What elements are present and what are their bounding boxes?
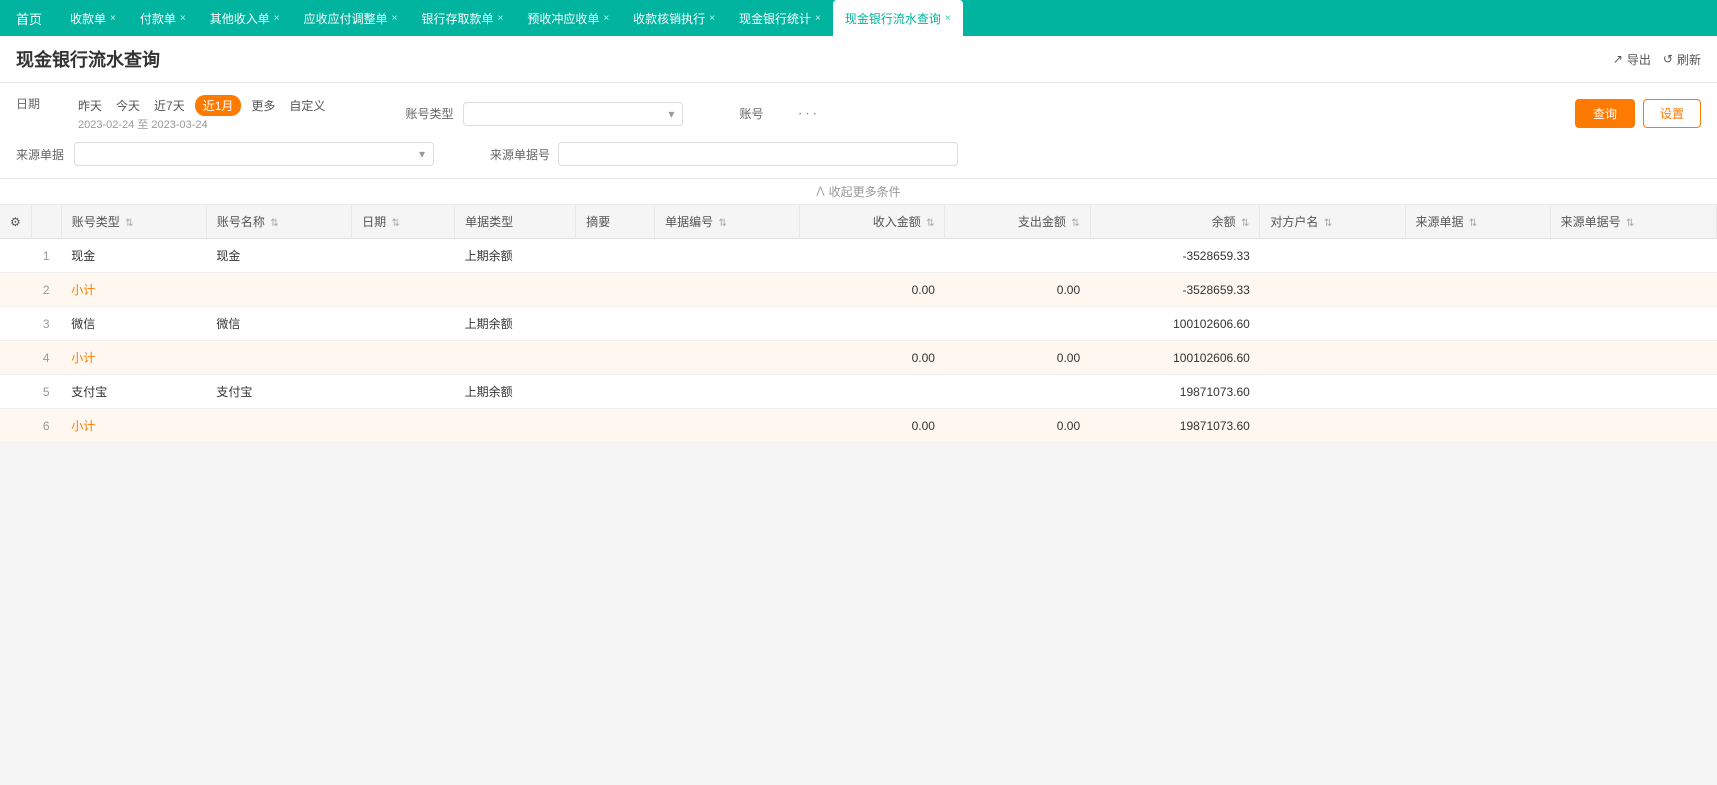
nav-tab-yinhangcq[interactable]: 银行存取款单 × bbox=[409, 0, 515, 36]
nav-tab-shoukuanhx[interactable]: 收款核销执行 × bbox=[621, 0, 727, 36]
date-range-display: 2023-02-24 至 2023-03-24 bbox=[78, 116, 329, 132]
date-opt-7days[interactable]: 近7天 bbox=[150, 95, 189, 116]
close-tab-icon[interactable]: × bbox=[110, 13, 116, 24]
table-row: 5支付宝支付宝上期余额19871073.60 bbox=[0, 375, 1717, 409]
filter-row-source: 来源单据 ▾ 来源单据号 bbox=[16, 142, 1701, 166]
date-options: 昨天 今天 近7天 近1月 更多 自定义 bbox=[74, 95, 329, 116]
account-label: 账号 bbox=[739, 105, 789, 122]
th-income[interactable]: 收入金额 ⇅ bbox=[800, 205, 945, 239]
export-icon: ↗ bbox=[1613, 52, 1623, 66]
date-opt-today[interactable]: 今天 bbox=[112, 95, 144, 116]
source-doc-num-label: 来源单据号 bbox=[490, 146, 550, 163]
date-opt-1month[interactable]: 近1月 bbox=[195, 95, 242, 116]
table-body: 1现金现金上期余额-3528659.332小计0.000.00-3528659.… bbox=[0, 239, 1717, 443]
nav-tab-yingshouyf[interactable]: 应收应付调整单 × bbox=[292, 0, 410, 36]
th-expense[interactable]: 支出金额 ⇅ bbox=[945, 205, 1090, 239]
nav-tab-xianjinyhtj[interactable]: 现金银行统计 × bbox=[727, 0, 833, 36]
th-doc-type: 单据类型 bbox=[455, 205, 576, 239]
source-doc-label: 来源单据 bbox=[16, 146, 66, 163]
date-opt-custom[interactable]: 自定义 bbox=[285, 95, 329, 116]
close-tab-icon[interactable]: × bbox=[603, 13, 609, 24]
close-tab-active-icon[interactable]: × bbox=[945, 13, 951, 24]
query-button[interactable]: 查询 bbox=[1575, 99, 1635, 128]
th-doc-number[interactable]: 单据编号 ⇅ bbox=[655, 205, 800, 239]
close-tab-icon[interactable]: × bbox=[497, 13, 503, 24]
date-filter-label: 日期 bbox=[16, 95, 66, 112]
collapse-bar[interactable]: ⋀ 收起更多条件 bbox=[0, 179, 1717, 205]
source-doc-select[interactable]: ▾ bbox=[74, 142, 434, 166]
table-row: 3微信微信上期余额100102606.60 bbox=[0, 307, 1717, 341]
date-opt-yesterday[interactable]: 昨天 bbox=[74, 95, 106, 116]
setting-button[interactable]: 设置 bbox=[1643, 99, 1701, 128]
page-header: 现金银行流水查询 ↗ 导出 ↺ 刷新 bbox=[0, 36, 1717, 83]
filter-bar: 日期 昨天 今天 近7天 近1月 更多 自定义 2023-02-24 至 202… bbox=[0, 83, 1717, 179]
page-title: 现金银行流水查询 bbox=[16, 46, 160, 72]
table-header-row: ⚙ 账号类型 ⇅ 账号名称 ⇅ 日期 ⇅ 单据类型 bbox=[0, 205, 1717, 239]
table-row: 6小计0.000.0019871073.60 bbox=[0, 409, 1717, 443]
refresh-button[interactable]: ↺ 刷新 bbox=[1663, 51, 1701, 68]
sort-icon: ⇅ bbox=[270, 218, 278, 229]
header-actions: ↗ 导出 ↺ 刷新 bbox=[1613, 51, 1701, 68]
nav-tab-xianjinls[interactable]: 现金银行流水查询 × bbox=[833, 0, 963, 36]
refresh-icon: ↺ bbox=[1663, 52, 1673, 66]
nav-tab-shoukuan[interactable]: 收款单 × bbox=[58, 0, 128, 36]
sort-icon: ⇅ bbox=[1626, 218, 1634, 229]
sort-icon: ⇅ bbox=[391, 218, 399, 229]
close-tab-icon[interactable]: × bbox=[274, 13, 280, 24]
more-options-icon[interactable]: ··· bbox=[797, 105, 819, 123]
th-date[interactable]: 日期 ⇅ bbox=[352, 205, 455, 239]
th-rownum bbox=[31, 205, 61, 239]
nav-tab-fukuan[interactable]: 付款单 × bbox=[128, 0, 198, 36]
source-doc-num-input[interactable] bbox=[558, 142, 958, 166]
th-summary: 摘要 bbox=[576, 205, 655, 239]
sort-icon: ⇅ bbox=[1469, 218, 1477, 229]
filter-row-date: 日期 昨天 今天 近7天 近1月 更多 自定义 2023-02-24 至 202… bbox=[16, 95, 1701, 132]
th-source-doc-num[interactable]: 来源单据号 ⇅ bbox=[1550, 205, 1716, 239]
sort-icon: ⇅ bbox=[1241, 218, 1249, 229]
collapse-label: 收起更多条件 bbox=[829, 183, 901, 200]
table-row: 2小计0.000.00-3528659.33 bbox=[0, 273, 1717, 307]
sort-icon: ⇅ bbox=[1324, 218, 1332, 229]
table-row: 1现金现金上期余额-3528659.33 bbox=[0, 239, 1717, 273]
table-row: 4小计0.000.00100102606.60 bbox=[0, 341, 1717, 375]
sort-icon: ⇅ bbox=[926, 218, 934, 229]
th-balance[interactable]: 余额 ⇅ bbox=[1090, 205, 1260, 239]
table-container: ⚙ 账号类型 ⇅ 账号名称 ⇅ 日期 ⇅ 单据类型 bbox=[0, 205, 1717, 443]
th-settings[interactable]: ⚙ bbox=[0, 205, 31, 239]
close-tab-icon[interactable]: × bbox=[180, 13, 186, 24]
sort-icon: ⇅ bbox=[719, 218, 727, 229]
sort-icon: ⇅ bbox=[125, 218, 133, 229]
export-button[interactable]: ↗ 导出 bbox=[1613, 51, 1651, 68]
nav-tab-qitasr[interactable]: 其他收入单 × bbox=[198, 0, 292, 36]
close-tab-icon[interactable]: × bbox=[709, 13, 715, 24]
th-counterpart[interactable]: 对方户名 ⇅ bbox=[1260, 205, 1405, 239]
th-account-name[interactable]: 账号名称 ⇅ bbox=[206, 205, 351, 239]
close-tab-icon[interactable]: × bbox=[815, 13, 821, 24]
nav-home[interactable]: 首页 bbox=[0, 0, 58, 36]
source-doc-chevron-icon: ▾ bbox=[419, 147, 425, 161]
gear-icon: ⚙ bbox=[10, 215, 21, 229]
data-table: ⚙ 账号类型 ⇅ 账号名称 ⇅ 日期 ⇅ 单据类型 bbox=[0, 205, 1717, 443]
sort-icon: ⇅ bbox=[1071, 218, 1079, 229]
nav-tab-yushoucs[interactable]: 预收冲应收单 × bbox=[515, 0, 621, 36]
close-tab-icon[interactable]: × bbox=[392, 13, 398, 24]
top-nav: 首页 收款单 × 付款单 × 其他收入单 × 应收应付调整单 × 银行存取款单 … bbox=[0, 0, 1717, 36]
account-type-label: 账号类型 bbox=[405, 105, 455, 122]
account-type-select[interactable]: ▾ bbox=[463, 102, 683, 126]
th-source-doc[interactable]: 来源单据 ⇅ bbox=[1405, 205, 1550, 239]
th-account-type[interactable]: 账号类型 ⇅ bbox=[61, 205, 206, 239]
date-opt-more[interactable]: 更多 bbox=[247, 95, 279, 116]
chevron-down-icon: ▾ bbox=[668, 107, 674, 121]
collapse-icon: ⋀ bbox=[816, 186, 824, 197]
